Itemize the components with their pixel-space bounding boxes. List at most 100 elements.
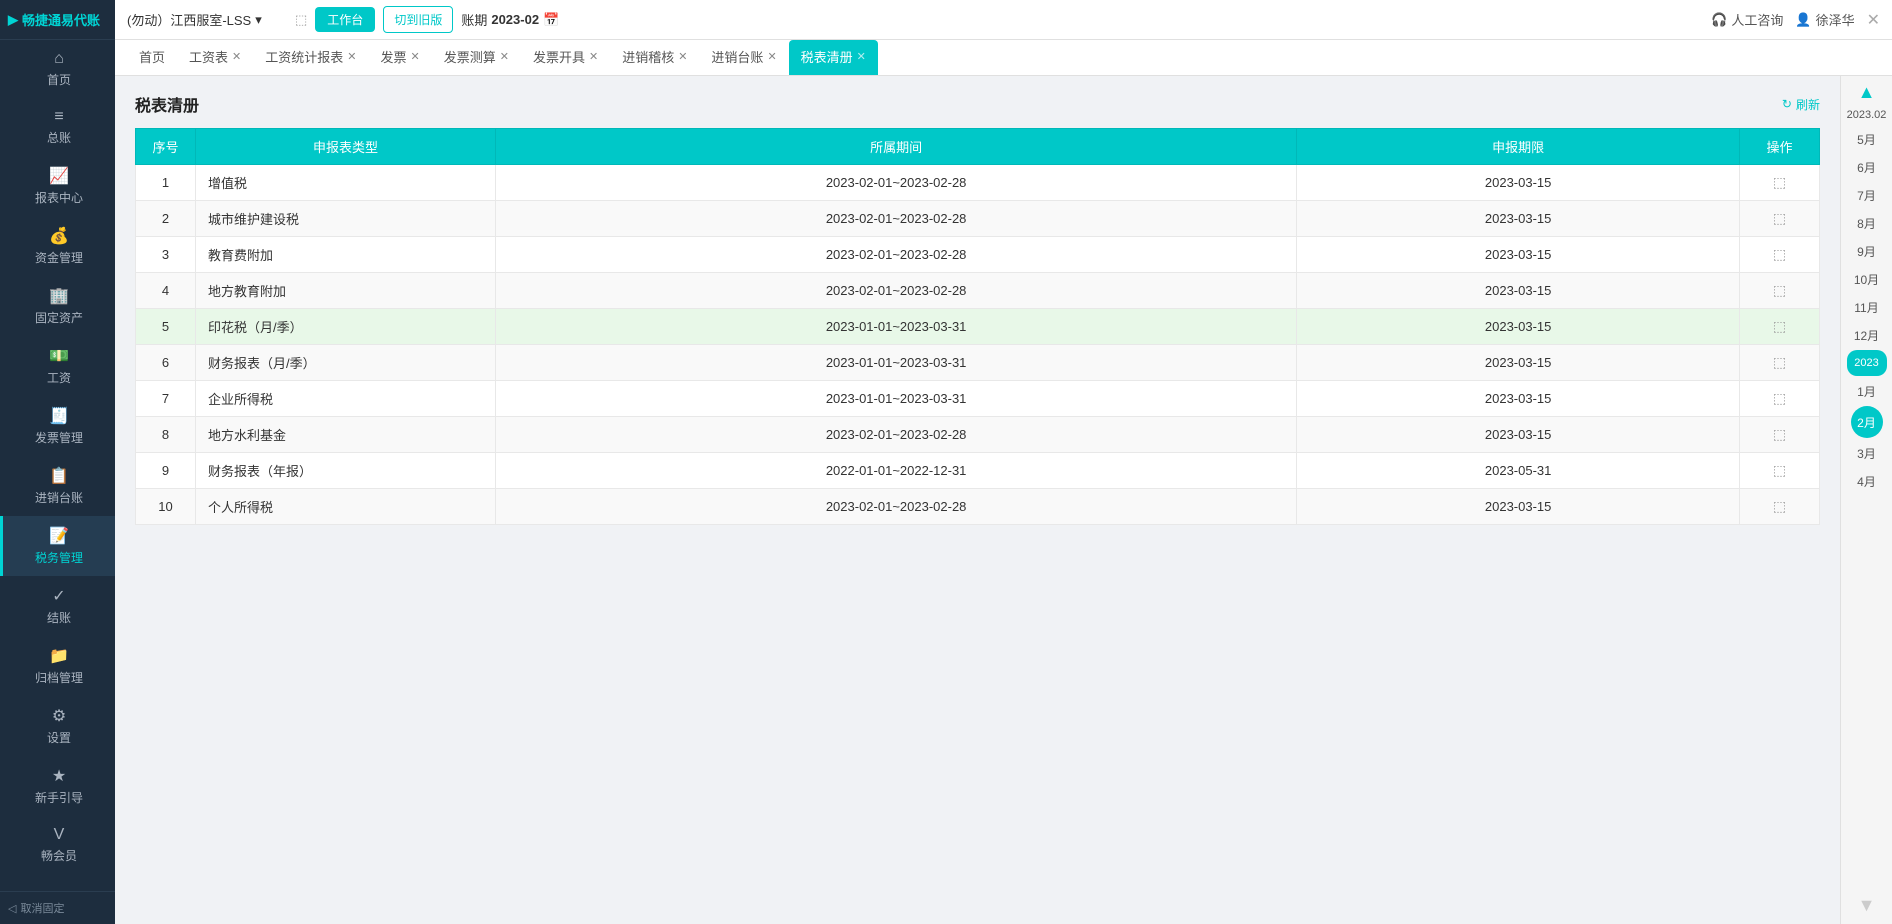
month-8[interactable]: 8月 — [1845, 210, 1889, 236]
action-icon[interactable]: ⬚ — [1773, 354, 1786, 370]
topbar: (勿动）江西服室-LSS ▾ ⬚ 工作台 切到旧版 账期 2023-02 📅 🎧… — [115, 0, 1892, 40]
sidebar-item-home[interactable]: ⌂ 首页 — [0, 40, 115, 98]
action-icon[interactable]: ⬚ — [1773, 318, 1786, 334]
sidebar-label-close: 结账 — [47, 609, 71, 626]
user-info[interactable]: 👤 徐泽华 — [1795, 10, 1854, 29]
tax-table: 序号 申报表类型 所属期间 申报期限 操作 1 增值税 2023-02-01~2… — [135, 128, 1820, 525]
tab-purchase-ledger-close[interactable]: ✕ — [767, 50, 776, 63]
table-row: 2 城市维护建设税 2023-02-01~2023-02-28 2023-03-… — [136, 201, 1820, 237]
cell-action: ⬚ — [1740, 201, 1820, 237]
action-icon[interactable]: ⬚ — [1773, 282, 1786, 298]
tab-tax-list-close[interactable]: ✕ — [857, 50, 866, 63]
period-selector[interactable]: 账期 2023-02 📅 — [461, 10, 559, 29]
avatar-icon: 👤 — [1795, 12, 1811, 28]
topbar-close-btn[interactable]: ✕ — [1867, 10, 1880, 30]
home-icon: ⌂ — [54, 50, 64, 68]
tab-invoice-calc-close[interactable]: ✕ — [500, 50, 509, 63]
tab-invoice-issue[interactable]: 发票开具 ✕ — [521, 40, 610, 76]
cell-action: ⬚ — [1740, 489, 1820, 525]
sidebar: ▶ 畅捷通易代账 ⌂ 首页 ≡ 总账 📈 报表中心 💰 资金管理 🏢 固定资产 … — [0, 0, 115, 924]
tab-purchase-ledger[interactable]: 进销台账 ✕ — [699, 40, 788, 76]
tab-salary-close[interactable]: ✕ — [232, 50, 241, 63]
action-icon[interactable]: ⬚ — [1773, 426, 1786, 442]
action-icon[interactable]: ⬚ — [1773, 390, 1786, 406]
tab-home-label: 首页 — [139, 47, 165, 66]
cell-type: 印花税（月/季） — [196, 309, 496, 345]
cell-action: ⬚ — [1740, 273, 1820, 309]
period-label: 账期 — [461, 10, 487, 29]
refresh-button[interactable]: ↻ 刷新 — [1782, 96, 1820, 113]
tab-purchase-check-close[interactable]: ✕ — [678, 50, 687, 63]
help-btn[interactable]: 🎧 人工咨询 — [1711, 10, 1783, 29]
workspace-button[interactable]: 工作台 — [315, 7, 375, 32]
company-selector[interactable]: (勿动）江西服室-LSS ▾ — [127, 10, 287, 29]
cell-deadline: 2023-03-15 — [1297, 345, 1740, 381]
sidebar-item-invoice[interactable]: 🧾 发票管理 — [0, 396, 115, 456]
table-row: 8 地方水利基金 2023-02-01~2023-02-28 2023-03-1… — [136, 417, 1820, 453]
pin-icon: ◁ — [8, 902, 16, 915]
unpin-button[interactable]: ◁ 取消固定 — [0, 891, 115, 924]
close-books-icon: ✓ — [52, 586, 65, 606]
month-1[interactable]: 1月 — [1845, 378, 1889, 404]
year-2023-badge[interactable]: 2023 — [1847, 350, 1887, 376]
cell-deadline: 2023-03-15 — [1297, 201, 1740, 237]
month-5[interactable]: 5月 — [1845, 126, 1889, 152]
sidebar-item-archive[interactable]: 📁 归档管理 — [0, 636, 115, 696]
tab-home[interactable]: 首页 — [127, 40, 177, 76]
copy-icon[interactable]: ⬚ — [295, 12, 307, 28]
tab-salary-table[interactable]: 工资表 ✕ — [177, 40, 253, 76]
action-icon[interactable]: ⬚ — [1773, 498, 1786, 514]
tab-salary-report-close[interactable]: ✕ — [347, 50, 356, 63]
sidebar-item-ledger[interactable]: ≡ 总账 — [0, 98, 115, 156]
tab-tax-list[interactable]: 税表清册 ✕ — [789, 40, 878, 76]
action-icon[interactable]: ⬚ — [1773, 246, 1786, 262]
month-12[interactable]: 12月 — [1845, 322, 1889, 348]
chevron-up-icon[interactable]: ▲ — [1858, 82, 1876, 103]
cell-id: 7 — [136, 381, 196, 417]
tab-purchase-check[interactable]: 进销稽核 ✕ — [610, 40, 699, 76]
month-9[interactable]: 9月 — [1845, 238, 1889, 264]
sidebar-item-guide[interactable]: ★ 新手引导 — [0, 756, 115, 816]
cell-id: 4 — [136, 273, 196, 309]
settings-icon: ⚙ — [52, 706, 66, 726]
main-area: (勿动）江西服室-LSS ▾ ⬚ 工作台 切到旧版 账期 2023-02 📅 🎧… — [115, 0, 1892, 924]
sidebar-item-reports[interactable]: 📈 报表中心 — [0, 156, 115, 216]
cell-period: 2023-01-01~2023-03-31 — [496, 381, 1297, 417]
cell-period: 2023-01-01~2023-03-31 — [496, 309, 1297, 345]
month-3[interactable]: 3月 — [1845, 440, 1889, 466]
switch-btn[interactable]: 切到旧版 — [383, 6, 453, 33]
tab-purchase-check-label: 进销稽核 — [622, 47, 674, 66]
sidebar-item-settings[interactable]: ⚙ 设置 — [0, 696, 115, 756]
sidebar-item-funds[interactable]: 💰 资金管理 — [0, 216, 115, 276]
table-row: 1 增值税 2023-02-01~2023-02-28 2023-03-15 ⬚ — [136, 165, 1820, 201]
sidebar-item-salary[interactable]: 💵 工资 — [0, 336, 115, 396]
month-2-active[interactable]: 2月 — [1851, 406, 1883, 438]
cell-type: 地方水利基金 — [196, 417, 496, 453]
sidebar-item-member[interactable]: V 畅会员 — [0, 816, 115, 874]
tab-salary-report[interactable]: 工资统计报表 ✕ — [253, 40, 368, 76]
sidebar-item-close[interactable]: ✓ 结账 — [0, 576, 115, 636]
logo-icon: ▶ — [8, 12, 18, 28]
sidebar-label-funds: 资金管理 — [35, 249, 83, 266]
month-4[interactable]: 4月 — [1845, 468, 1889, 494]
action-icon[interactable]: ⬚ — [1773, 462, 1786, 478]
sidebar-item-tax[interactable]: 📝 税务管理 — [0, 516, 115, 576]
tab-invoice[interactable]: 发票 ✕ — [368, 40, 431, 76]
cell-period: 2023-02-01~2023-02-28 — [496, 165, 1297, 201]
cell-period: 2023-02-01~2023-02-28 — [496, 489, 1297, 525]
tab-invoice-issue-close[interactable]: ✕ — [589, 50, 598, 63]
action-icon[interactable]: ⬚ — [1773, 210, 1786, 226]
tab-invoice-calc[interactable]: 发票测算 ✕ — [432, 40, 521, 76]
month-10[interactable]: 10月 — [1845, 266, 1889, 292]
month-11[interactable]: 11月 — [1845, 294, 1889, 320]
chevron-down-icon[interactable]: ▼ — [1858, 895, 1876, 915]
action-icon[interactable]: ⬚ — [1773, 174, 1786, 190]
table-row: 5 印花税（月/季） 2023-01-01~2023-03-31 2023-03… — [136, 309, 1820, 345]
tab-invoice-close[interactable]: ✕ — [411, 50, 420, 63]
table-row: 10 个人所得税 2023-02-01~2023-02-28 2023-03-1… — [136, 489, 1820, 525]
sidebar-item-purchase[interactable]: 📋 进销台账 — [0, 456, 115, 516]
sidebar-label-member: 畅会员 — [41, 847, 77, 864]
month-7[interactable]: 7月 — [1845, 182, 1889, 208]
sidebar-item-assets[interactable]: 🏢 固定资产 — [0, 276, 115, 336]
month-6[interactable]: 6月 — [1845, 154, 1889, 180]
